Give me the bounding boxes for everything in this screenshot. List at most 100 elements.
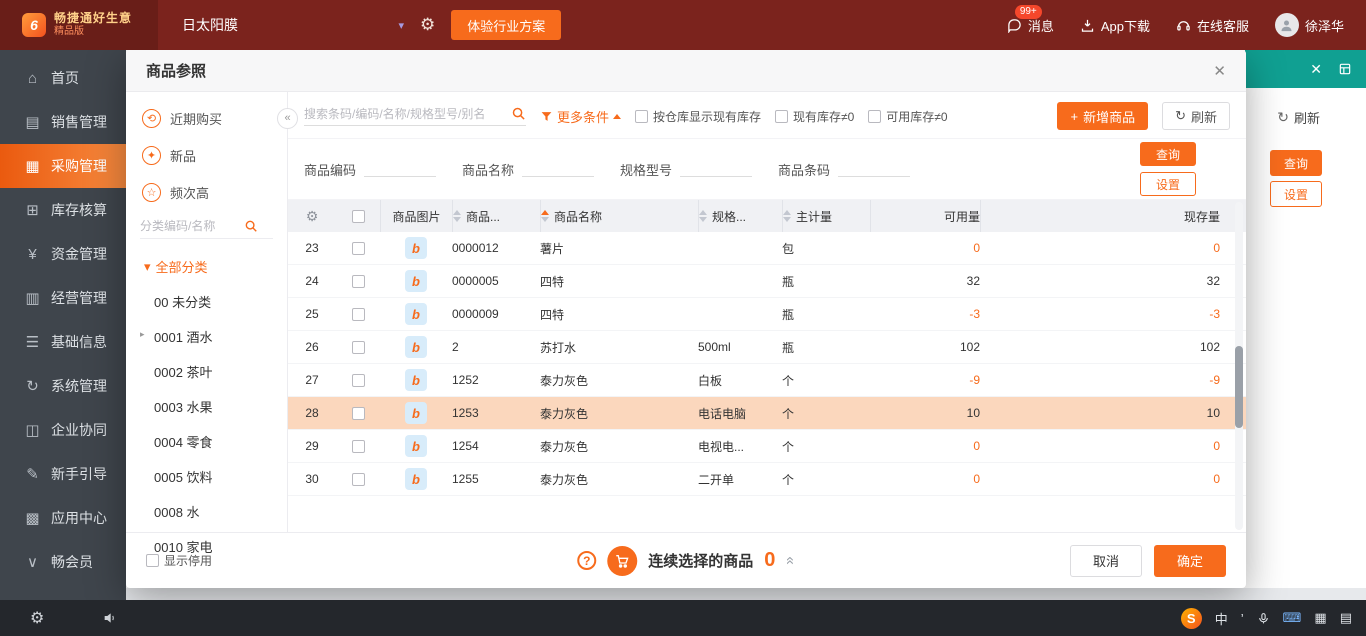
checkbox[interactable]	[635, 109, 649, 123]
table-row-selected[interactable]: 28 b 1253 泰力灰色 电话电脑 个 10 10	[288, 397, 1246, 430]
keyboard-icon[interactable]: ⌨	[1283, 610, 1302, 626]
sidebar-item-purchase[interactable]: ▦ 采购管理	[0, 144, 126, 188]
product-search-input[interactable]	[304, 106, 511, 121]
category-item[interactable]: 0008 水	[126, 494, 287, 529]
column-code[interactable]: 商品...	[452, 200, 540, 232]
sidebar-item-inventory[interactable]: ⊞ 库存核算	[0, 188, 126, 232]
store-selector[interactable]: 日太阳膜 ▾	[174, 15, 412, 35]
category-item[interactable]: 0002 茶叶	[126, 354, 287, 389]
sogou-logo[interactable]: S	[1180, 607, 1202, 629]
messages-button[interactable]: 99+ 消息	[1007, 4, 1054, 35]
sidebar-item-home[interactable]: ⌂ 首页	[0, 56, 126, 100]
search-icon[interactable]	[244, 219, 258, 233]
sidebar-item-guide[interactable]: ✎ 新手引导	[0, 452, 126, 496]
sort-icon[interactable]	[453, 210, 461, 222]
cart-icon[interactable]	[607, 545, 638, 576]
filter-name-input[interactable]	[522, 161, 595, 177]
settings-button[interactable]: 设置	[1140, 172, 1196, 196]
add-product-button[interactable]: + 新增商品	[1057, 102, 1149, 130]
punctuation-icon[interactable]: ’	[1241, 611, 1244, 626]
category-item[interactable]: 0005 饮料	[126, 459, 287, 494]
category-item[interactable]: 0003 水果	[126, 389, 287, 424]
table-row[interactable]: 23 b 0000012 薯片 包 0 0	[288, 232, 1246, 265]
user-menu[interactable]: 徐泽华	[1274, 13, 1344, 37]
gear-icon[interactable]: ⚙	[420, 15, 435, 35]
app-download-button[interactable]: App下载	[1080, 16, 1150, 35]
checkbox[interactable]	[775, 109, 789, 123]
online-support-button[interactable]: 在线客服	[1176, 16, 1249, 35]
sidebar-item-system[interactable]: ↻ 系统管理	[0, 364, 126, 408]
checkbox[interactable]	[146, 554, 159, 567]
sidebar-item-sales[interactable]: ▤ 销售管理	[0, 100, 126, 144]
row-checkbox[interactable]	[351, 307, 365, 321]
table-row[interactable]: 26 b 2 苏打水 500ml 瓶 102 102	[288, 331, 1246, 364]
row-checkbox[interactable]	[351, 340, 365, 354]
column-unit[interactable]: 主计量	[782, 200, 870, 232]
collapse-panel-button[interactable]: «	[277, 108, 298, 129]
toolbox-icon[interactable]: ▤	[1340, 610, 1352, 626]
category-search-input[interactable]	[140, 219, 244, 233]
confirm-button[interactable]: 确定	[1154, 544, 1226, 577]
page-query-button[interactable]: 查询	[1270, 150, 1322, 176]
quick-filter-recent[interactable]: ⟲ 近期购买	[126, 100, 287, 137]
sidebar-item-operations[interactable]: ▥ 经营管理	[0, 276, 126, 320]
filter-barcode-input[interactable]	[838, 161, 911, 177]
filter-spec-input[interactable]	[680, 161, 753, 177]
panel-icon[interactable]	[1338, 62, 1352, 76]
category-all[interactable]: ▾ 全部分类	[126, 249, 287, 284]
row-checkbox[interactable]	[351, 406, 365, 420]
close-icon[interactable]: ✕	[1213, 62, 1226, 80]
collapse-selection-icon[interactable]: «	[782, 556, 799, 564]
column-spec[interactable]: 规格...	[698, 200, 782, 232]
row-checkbox[interactable]	[351, 472, 365, 486]
option-available-nonzero[interactable]: 可用库存≠0	[868, 108, 948, 125]
page-settings-button[interactable]: 设置	[1270, 181, 1322, 207]
row-checkbox[interactable]	[351, 241, 365, 255]
select-all-checkbox[interactable]	[351, 209, 365, 223]
industry-plan-button[interactable]: 体验行业方案	[451, 10, 562, 40]
settings-gear-icon[interactable]: ⚙	[30, 608, 44, 628]
option-show-by-warehouse[interactable]: 按仓库显示现有库存	[635, 108, 761, 125]
row-checkbox[interactable]	[351, 439, 365, 453]
category-item[interactable]: ▸ 0001 酒水	[126, 319, 287, 354]
column-name[interactable]: 商品名称	[540, 200, 698, 232]
refresh-button[interactable]: ↻ 刷新	[1162, 102, 1230, 130]
help-icon[interactable]: ?	[577, 551, 597, 570]
table-row[interactable]: 24 b 0000005 四特 瓶 32 32	[288, 265, 1246, 298]
sidebar-item-app-center[interactable]: ▩ 应用中心	[0, 496, 126, 540]
search-icon[interactable]	[511, 106, 526, 121]
chinese-mode-icon[interactable]: 中	[1215, 609, 1228, 628]
row-checkbox[interactable]	[351, 274, 365, 288]
close-icon[interactable]: ✕	[1310, 61, 1322, 78]
query-button[interactable]: 查询	[1140, 142, 1196, 166]
mic-icon[interactable]	[1257, 612, 1270, 625]
checkbox[interactable]	[868, 109, 882, 123]
table-row[interactable]: 27 b 1252 泰力灰色 白板 个 -9 -9	[288, 364, 1246, 397]
show-disabled-option[interactable]: 显示停用	[146, 552, 212, 569]
table-scrollbar[interactable]	[1235, 202, 1243, 530]
page-refresh-link[interactable]: ↻ 刷新	[1277, 108, 1320, 127]
category-item[interactable]: 0004 零食	[126, 424, 287, 459]
speaker-icon[interactable]	[102, 610, 118, 626]
sidebar-item-basic-info[interactable]: ☰ 基础信息	[0, 320, 126, 364]
column-settings-icon[interactable]: ⚙	[306, 208, 319, 225]
quick-filter-new[interactable]: ✦ 新品	[126, 137, 287, 174]
scrollbar-thumb[interactable]	[1235, 346, 1243, 429]
table-row[interactable]: 29 b 1254 泰力灰色 电视电... 个 0 0	[288, 430, 1246, 463]
sidebar-item-member[interactable]: ∨ 畅会员	[0, 540, 126, 584]
row-checkbox[interactable]	[351, 373, 365, 387]
expand-arrow-icon[interactable]: ▸	[140, 329, 145, 340]
cancel-button[interactable]: 取消	[1070, 544, 1142, 577]
table-row[interactable]: 30 b 1255 泰力灰色 二开单 个 0 0	[288, 463, 1246, 496]
sort-icon[interactable]	[541, 210, 549, 222]
option-stock-nonzero[interactable]: 现有库存≠0	[775, 108, 854, 125]
grid-icon[interactable]: ▦	[1314, 610, 1326, 626]
more-filters-toggle[interactable]: 更多条件	[540, 107, 622, 126]
sidebar-item-funds[interactable]: ¥ 资金管理	[0, 232, 126, 276]
filter-code-input[interactable]	[364, 161, 437, 177]
category-item[interactable]: 00 未分类	[126, 284, 287, 319]
sort-icon[interactable]	[699, 210, 707, 222]
sort-icon[interactable]	[783, 210, 791, 222]
table-row[interactable]: 25 b 0000009 四特 瓶 -3 -3	[288, 298, 1246, 331]
quick-filter-frequent[interactable]: ☆ 频次高	[126, 174, 287, 211]
